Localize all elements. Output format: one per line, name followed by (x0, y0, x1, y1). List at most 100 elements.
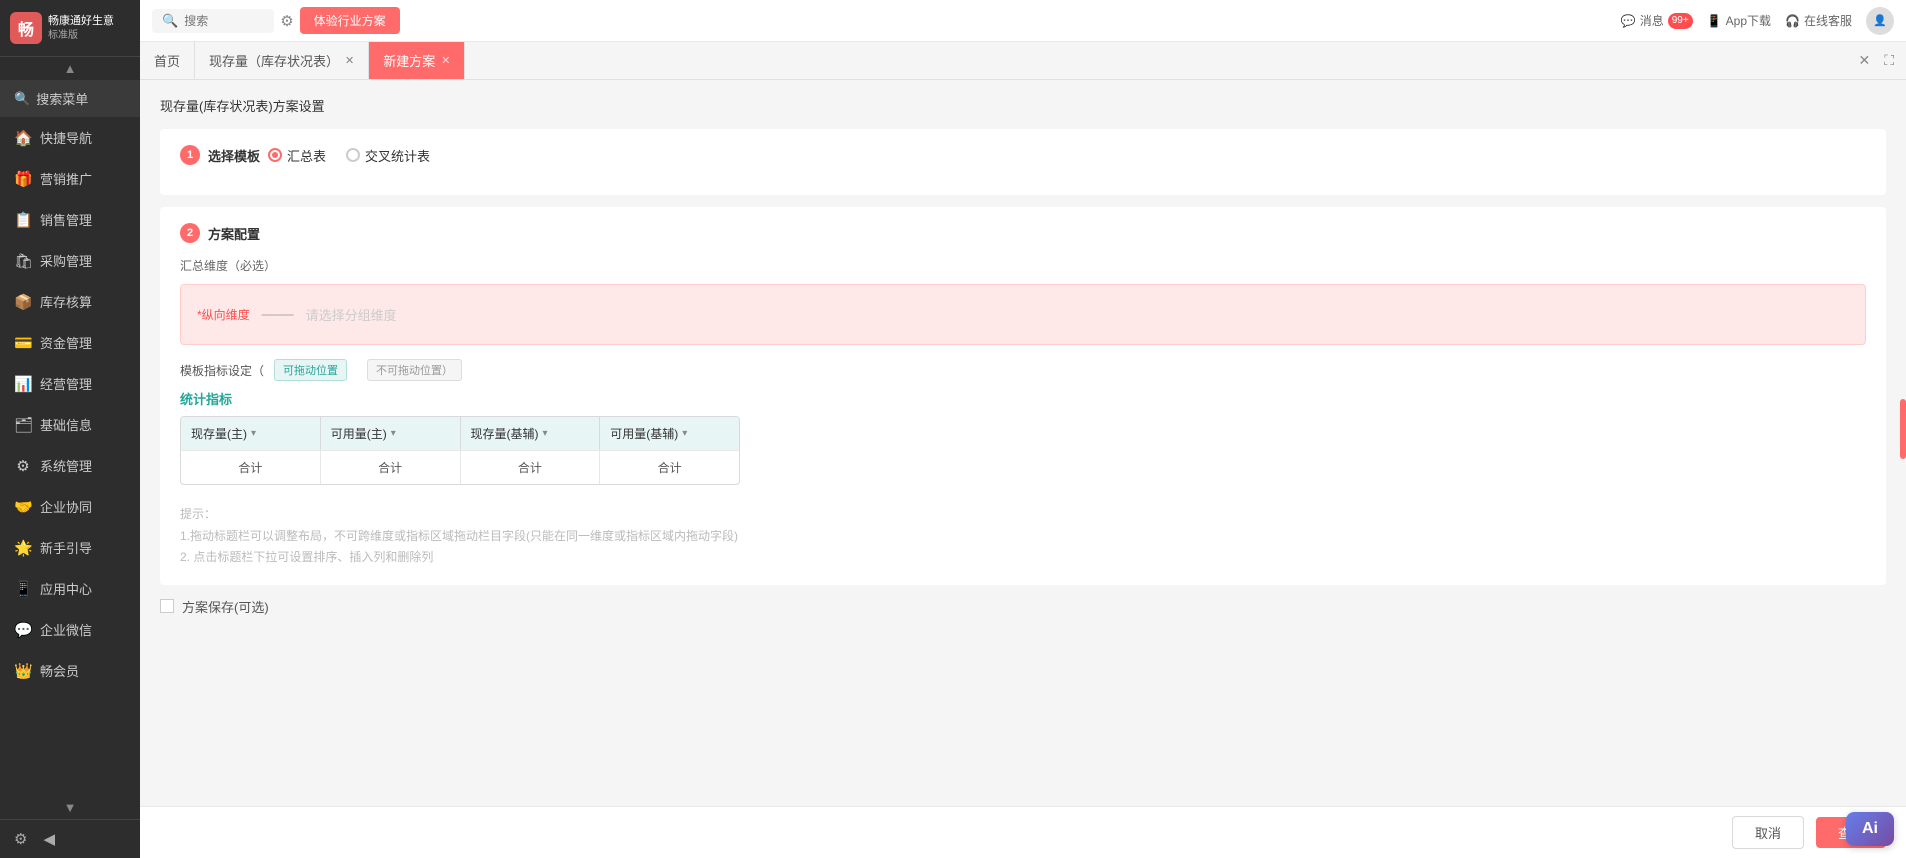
gift-icon: 🎁 (14, 170, 32, 188)
tab-close-new-scheme[interactable]: ✕ (441, 54, 450, 67)
col-header-0[interactable]: 现存量(主) ▾ (181, 417, 321, 450)
sidebar-item-label: 资金管理 (40, 333, 92, 352)
radio-summary[interactable]: 汇总表 (268, 146, 326, 165)
headset-icon: 🎧 (1785, 14, 1800, 28)
tag-draggable: 可拖动位置 (274, 359, 347, 381)
sidebar-item-basic-info[interactable]: 🗂 基础信息 (0, 404, 140, 445)
col-header-3[interactable]: 可用量(基辅) ▾ (600, 417, 739, 450)
window-expand-icon[interactable]: ⛶ (1880, 50, 1898, 71)
guide-icon: 🌟 (14, 539, 32, 557)
tab-close-inventory[interactable]: ✕ (345, 54, 354, 67)
logo-text: 畅康通好生意 标准版 (48, 14, 114, 41)
chevron-down-icon-0: ▾ (251, 428, 256, 439)
radio-cross-circle (346, 148, 360, 162)
sidebar-item-label: 快捷导航 (40, 128, 92, 147)
col-header-2[interactable]: 现存量(基辅) ▾ (461, 417, 601, 450)
cell-0-0: 合计 (181, 451, 321, 484)
topbar-right: 💬 消息 99+ 📱 App下载 🎧 在线客服 👤 (1621, 7, 1894, 35)
logo-icon: 畅 (10, 12, 42, 44)
tab-new-scheme[interactable]: 新建方案 ✕ (369, 42, 465, 79)
stat-table-header: 现存量(主) ▾ 可用量(主) ▾ 现存量(基辅) ▾ 可用量(基辅) ▾ (181, 417, 739, 450)
save-checkbox[interactable] (160, 599, 174, 613)
sidebar-item-enterprise[interactable]: 🤝 企业协同 (0, 486, 140, 527)
sidebar-item-label: 销售管理 (40, 210, 92, 229)
settings-icon: ⚙ (14, 457, 32, 475)
col-header-1[interactable]: 可用量(主) ▾ (321, 417, 461, 450)
step2-badge: 2 (180, 223, 200, 243)
sidebar-item-sales[interactable]: 📋 销售管理 (0, 199, 140, 240)
search-box[interactable]: 🔍 (152, 9, 274, 33)
tips-title: 提示： (180, 507, 216, 521)
indicator-settings-text: 模板指标设定（ (180, 362, 264, 379)
template-radio-group: 汇总表 交叉统计表 (268, 146, 430, 165)
radio-cross[interactable]: 交叉统计表 (346, 146, 430, 165)
message-button[interactable]: 💬 消息 99+ (1621, 12, 1693, 29)
content-area: 现存量(库存状况表)方案设置 1 选择模板 汇总表 交叉统计表 (140, 80, 1906, 806)
sidebar-logo: 畅 畅康通好生意 标准版 (0, 0, 140, 57)
sidebar-item-inventory[interactable]: 📦 库存核算 (0, 281, 140, 322)
indicator-settings-row: 模板指标设定（ 可拖动位置 不可拖动位置） (180, 359, 1866, 381)
search-topbar-icon: 🔍 (162, 13, 178, 29)
sidebar-item-label: 企业协同 (40, 497, 92, 516)
tab-home[interactable]: 首页 (140, 42, 195, 79)
topbar-left: 🔍 ⚙ 体验行业方案 (152, 7, 1613, 34)
tabbar-right-controls: ✕ ⛶ (1854, 50, 1906, 71)
sidebar-item-app-center[interactable]: 📱 应用中心 (0, 568, 140, 609)
sidebar-item-label: 畅会员 (40, 661, 79, 680)
search-icon: 🔍 (14, 91, 30, 107)
cell-0-1: 合计 (321, 451, 461, 484)
dim-section-label: 汇总维度（必选） (180, 257, 1866, 274)
cell-0-3: 合计 (600, 451, 739, 484)
step1-card: 1 选择模板 汇总表 交叉统计表 (160, 129, 1886, 195)
tab-inventory-status[interactable]: 现存量（库存状况表） ✕ (195, 42, 369, 79)
topbar: 🔍 ⚙ 体验行业方案 💬 消息 99+ 📱 App下载 🎧 在线客服 👤 (140, 0, 1906, 42)
sidebar-item-finance[interactable]: 💳 资金管理 (0, 322, 140, 363)
sidebar-scroll-up[interactable]: ▲ (0, 57, 140, 80)
trial-button[interactable]: 体验行业方案 (300, 7, 400, 34)
chevron-down-icon-2: ▾ (543, 428, 548, 439)
sidebar-item-quick-nav[interactable]: 🏠 快捷导航 (0, 117, 140, 158)
sidebar-item-label: 应用中心 (40, 579, 92, 598)
sidebar-item-member[interactable]: 👑 畅会员 (0, 650, 140, 691)
phone-icon: 📱 (1707, 14, 1722, 28)
sidebar-item-sys-mgmt[interactable]: ⚙ 系统管理 (0, 445, 140, 486)
member-icon: 👑 (14, 662, 32, 680)
sidebar-scroll-down[interactable]: ▼ (0, 796, 140, 819)
dim-arrow: —— (262, 306, 294, 324)
sidebar-item-new-guide[interactable]: 🌟 新手引导 (0, 527, 140, 568)
sidebar-item-label: 企业微信 (40, 620, 92, 639)
sidebar-item-label: 库存核算 (40, 292, 92, 311)
dim-required-label: *纵向维度 (197, 306, 250, 323)
settings-bottom-icon[interactable]: ⚙ (14, 830, 27, 848)
tabbar: 首页 现存量（库存状况表） ✕ 新建方案 ✕ ✕ ⛶ (140, 42, 1906, 80)
sidebar-search-item[interactable]: 🔍 搜索菜单 (0, 80, 140, 117)
purchase-icon: 🛍 (14, 252, 32, 270)
cell-0-2: 合计 (461, 451, 601, 484)
dim-area[interactable]: *纵向维度 —— 请选择分组维度 (180, 284, 1866, 345)
gear-icon[interactable]: ⚙ (280, 12, 293, 30)
sidebar-item-wechat[interactable]: 💬 企业微信 (0, 609, 140, 650)
sidebar-item-purchase[interactable]: 🛍 采购管理 (0, 240, 140, 281)
cancel-button[interactable]: 取消 (1732, 816, 1804, 849)
step2-header: 2 方案配置 (180, 223, 1866, 243)
collapse-icon[interactable]: ◀ (43, 830, 55, 848)
sidebar-item-label: 采购管理 (40, 251, 92, 270)
window-close-icon[interactable]: ✕ (1854, 50, 1874, 71)
sidebar-item-label: 新手引导 (40, 538, 92, 557)
sidebar-nav: 🏠 快捷导航 🎁 营销推广 📋 销售管理 🛍 采购管理 📦 库存核算 💳 资金管… (0, 117, 140, 796)
tips-box: 提示： 1.拖动标题栏可以调整布局，不可跨维度或指标区域拖动栏目字段(只能在同一… (180, 504, 1866, 569)
tag-no-drag: 不可拖动位置） (367, 359, 462, 381)
service-button[interactable]: 🎧 在线客服 (1785, 12, 1852, 29)
sidebar-item-marketing[interactable]: 🎁 营销推广 (0, 158, 140, 199)
sidebar-bottom: ⚙ ◀ (0, 819, 140, 858)
user-avatar[interactable]: 👤 (1866, 7, 1894, 35)
stat-section-label: 统计指标 (180, 389, 1866, 408)
app-download-button[interactable]: 📱 App下载 (1707, 12, 1771, 29)
sidebar-item-operations[interactable]: 📊 经营管理 (0, 363, 140, 404)
ai-float-button[interactable]: Ai (1846, 812, 1894, 846)
save-label: 方案保存(可选) (182, 597, 269, 616)
search-input[interactable] (184, 14, 264, 28)
radio-summary-circle (268, 148, 282, 162)
right-scrollbar-thumb[interactable] (1900, 399, 1906, 459)
finance-icon: 💳 (14, 334, 32, 352)
